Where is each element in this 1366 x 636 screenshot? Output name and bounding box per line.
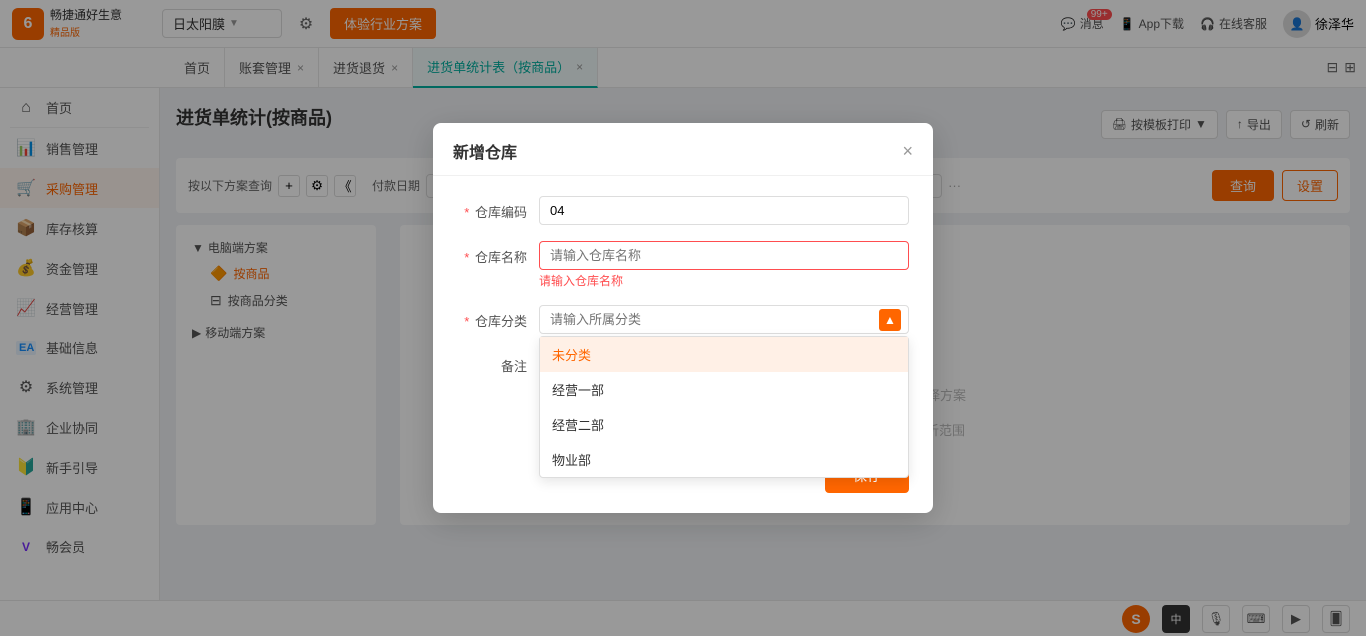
code-input[interactable] bbox=[539, 196, 909, 225]
dropdown-item-dept2[interactable]: 经营二部 bbox=[540, 407, 908, 442]
modal-title: 新增仓库 bbox=[453, 139, 517, 163]
modal-overlay: 新增仓库 × * 仓库编码 * 仓库名称 bbox=[0, 0, 1366, 636]
new-warehouse-modal: 新增仓库 × * 仓库编码 * 仓库名称 bbox=[433, 123, 933, 513]
code-label: * 仓库编码 bbox=[457, 196, 527, 221]
name-label-text: 仓库名称 bbox=[475, 250, 527, 265]
name-required: * bbox=[464, 250, 469, 265]
code-label-text: 仓库编码 bbox=[475, 205, 527, 220]
category-label: * 仓库分类 bbox=[457, 305, 527, 330]
cat-required: * bbox=[464, 314, 469, 329]
dropdown-item-dept1[interactable]: 经营一部 bbox=[540, 372, 908, 407]
remark-label: 备注 bbox=[457, 350, 527, 375]
modal-header: 新增仓库 × bbox=[433, 123, 933, 176]
code-input-wrap bbox=[539, 196, 909, 225]
name-error-tip: 请输入仓库名称 bbox=[539, 272, 909, 289]
category-dropdown: 未分类 经营一部 经营二部 物业部 bbox=[539, 336, 909, 478]
modal-body: * 仓库编码 * 仓库名称 请输入仓库名称 bbox=[433, 176, 933, 449]
modal-close-button[interactable]: × bbox=[902, 142, 913, 160]
name-input-wrap: 请输入仓库名称 bbox=[539, 241, 909, 289]
dropdown-item-dept3[interactable]: 物业部 bbox=[540, 442, 908, 477]
remark-label-text: 备注 bbox=[501, 359, 527, 374]
category-input[interactable] bbox=[539, 305, 909, 334]
name-label: * 仓库名称 bbox=[457, 241, 527, 266]
dropdown-item-uncategorized[interactable]: 未分类 bbox=[540, 337, 908, 372]
name-field-row: * 仓库名称 请输入仓库名称 bbox=[457, 241, 909, 289]
name-input[interactable] bbox=[539, 241, 909, 270]
category-input-wrap: ▲ 未分类 经营一部 经营二部 物业部 bbox=[539, 305, 909, 334]
category-label-text: 仓库分类 bbox=[475, 314, 527, 329]
code-required: * bbox=[464, 205, 469, 220]
category-field-row: * 仓库分类 ▲ 未分类 经营一部 经营二部 物业部 bbox=[457, 305, 909, 334]
category-dropdown-arrow[interactable]: ▲ bbox=[879, 309, 901, 331]
code-field-row: * 仓库编码 bbox=[457, 196, 909, 225]
